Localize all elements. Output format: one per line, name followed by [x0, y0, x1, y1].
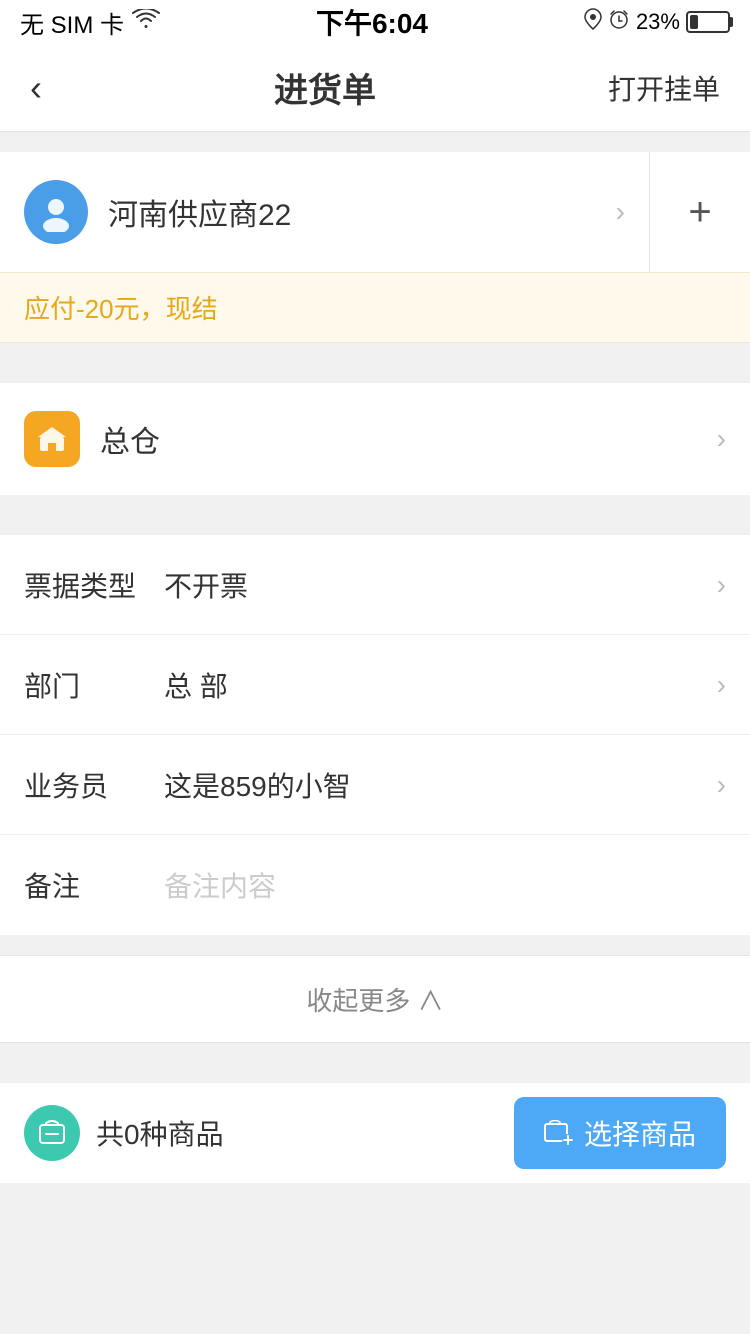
supplier-name: 河南供应商22: [108, 190, 606, 234]
salesperson-chevron-icon: ›: [717, 769, 726, 801]
product-icon: [24, 1105, 80, 1161]
alarm-icon: [608, 8, 630, 36]
warehouse-icon: [24, 411, 80, 467]
salesperson-row[interactable]: 业务员 这是859的小智 ›: [0, 735, 750, 835]
supplier-avatar: [24, 180, 88, 244]
dept-value: 总 部: [144, 665, 707, 705]
salesperson-value: 这是859的小智: [144, 765, 707, 805]
back-button[interactable]: ‹: [30, 67, 42, 109]
status-bar: 无 SIM 卡 下午6:04: [0, 0, 750, 44]
invoice-label: 票据类型: [24, 565, 144, 605]
form-section: 票据类型 不开票 › 部门 总 部 › 业务员 这是859的小智 › 备注 备注…: [0, 535, 750, 935]
warehouse-name: 总仓: [100, 417, 707, 461]
warehouse-chevron-icon: ›: [717, 423, 726, 455]
section-gap-4: [0, 1043, 750, 1063]
section-gap-1: [0, 132, 750, 152]
invoice-row[interactable]: 票据类型 不开票 ›: [0, 535, 750, 635]
status-time: 下午6:04: [316, 2, 428, 42]
section-gap-2: [0, 343, 750, 363]
battery-pct: 23%: [636, 9, 680, 35]
supplier-selector[interactable]: 河南供应商22 ›: [0, 152, 650, 272]
collapse-row[interactable]: 收起更多 ∧: [0, 955, 750, 1043]
select-product-button[interactable]: 选择商品: [514, 1097, 726, 1169]
select-product-label: 选择商品: [584, 1113, 696, 1153]
dept-chevron-icon: ›: [717, 669, 726, 701]
notice-banner: 应付-20元，现结: [0, 272, 750, 343]
wifi-icon: [132, 8, 160, 36]
status-left: 无 SIM 卡: [20, 5, 160, 40]
section-gap-3: [0, 495, 750, 515]
remark-row[interactable]: 备注 备注内容: [0, 835, 750, 935]
location-icon: [584, 8, 602, 36]
supplier-section: 河南供应商22 › +: [0, 152, 750, 272]
page-title: 进货单: [274, 63, 376, 112]
add-supplier-button[interactable]: +: [650, 190, 750, 235]
invoice-chevron-icon: ›: [717, 569, 726, 601]
dept-label: 部门: [24, 665, 144, 705]
carrier-label: 无 SIM 卡: [20, 5, 124, 40]
remark-input[interactable]: 备注内容: [144, 865, 726, 905]
battery-icon: [686, 11, 730, 33]
notice-text: 应付-20元，现结: [24, 294, 218, 324]
nav-bar: ‹ 进货单 打开挂单: [0, 44, 750, 132]
invoice-value: 不开票: [144, 565, 707, 605]
supplier-chevron-icon: ›: [616, 196, 625, 228]
status-right: 23%: [584, 8, 730, 36]
dept-row[interactable]: 部门 总 部 ›: [0, 635, 750, 735]
warehouse-selector[interactable]: 总仓 ›: [0, 383, 750, 495]
open-pending-button[interactable]: 打开挂单: [608, 68, 720, 108]
collapse-label: 收起更多 ∧: [306, 981, 443, 1018]
bottom-bar: 共0种商品 选择商品: [0, 1083, 750, 1183]
remark-label: 备注: [24, 865, 144, 905]
salesperson-label: 业务员: [24, 765, 144, 805]
product-count: 共0种商品: [96, 1113, 514, 1153]
